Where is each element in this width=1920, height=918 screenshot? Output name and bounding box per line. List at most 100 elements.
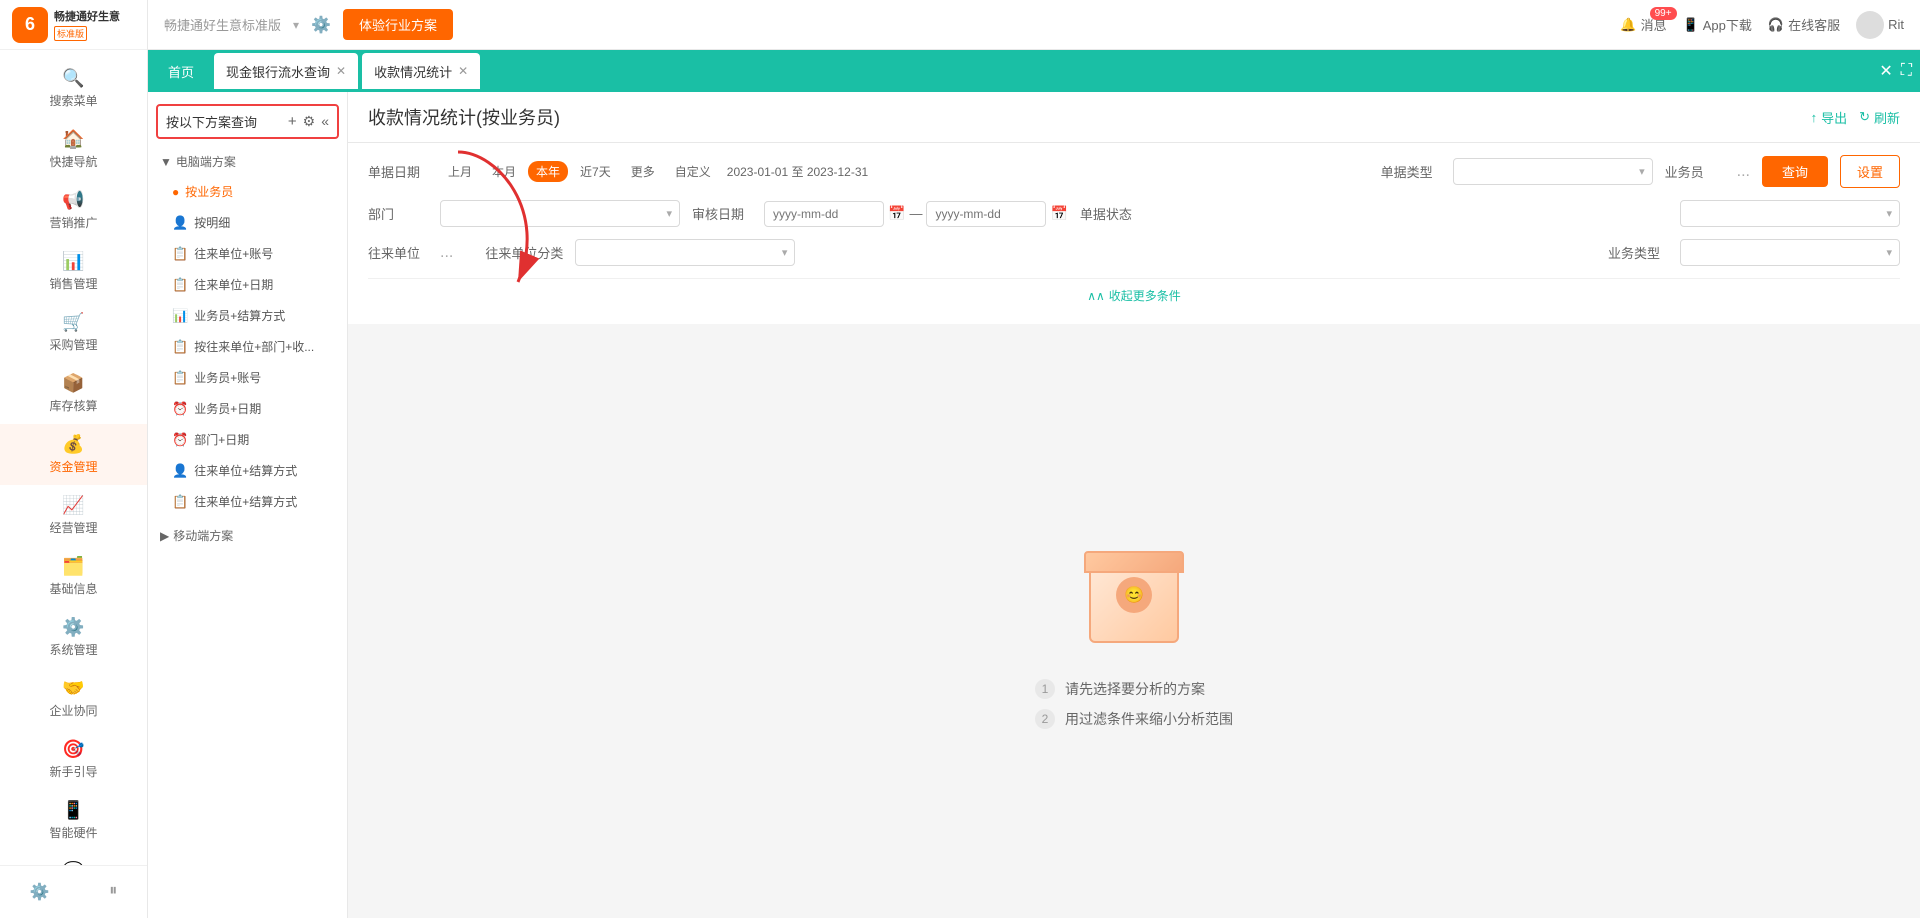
dept-select[interactable]: [440, 200, 680, 227]
collapse-arrow-icon: ∧∧: [1087, 289, 1105, 303]
filter-row-3: 往来单位 ... 往来单位分类 业务类型: [368, 239, 1900, 266]
user-menu[interactable]: Rit: [1856, 11, 1904, 39]
sidebar-logo: 6 畅捷通好生意 标准版: [0, 0, 147, 50]
box-lid: [1084, 551, 1184, 573]
sidebar-nav: 🔍 搜索菜单 🏠 快捷导航 📢 营销推广 📊 销售管理 🛒 采购管理 📦 库存核…: [0, 50, 147, 865]
content-area: 😊 1 请先选择要分析的方案 2 用过滤条件来缩小分析范围: [348, 324, 1920, 918]
staff-label: 业务员: [1665, 162, 1725, 181]
message-btn[interactable]: 🔔 消息 99+: [1620, 15, 1666, 34]
sidebar-item-finance[interactable]: 💰 资金管理: [0, 424, 147, 485]
biz-type-select[interactable]: [1680, 239, 1900, 266]
refresh-btn[interactable]: ↻ 刷新: [1859, 108, 1900, 127]
tab-receipt[interactable]: 收款情况统计 ✕: [362, 53, 480, 89]
dept-select-wrap: [440, 200, 680, 227]
sidebar-item-wechat[interactable]: 💬 企业微信: [0, 851, 147, 865]
sidebar-item-operations[interactable]: 📈 经营管理: [0, 485, 147, 546]
panel-item-by-staff[interactable]: ● 按业务员: [148, 176, 347, 207]
doc-type-label: 单据类型: [1381, 162, 1441, 181]
date-cur-year[interactable]: 本年: [528, 161, 568, 182]
date-more[interactable]: 更多: [623, 161, 663, 182]
step-1-text: 请先选择要分析的方案: [1065, 679, 1205, 699]
desktop-section: ▼ 电脑端方案 ● 按业务员 👤 按明细 📋 往来单位+账号: [148, 147, 347, 517]
panel-item-dept-date[interactable]: ⏰ 部门+日期: [148, 424, 347, 455]
tabbar-close-btn[interactable]: ✕: [1879, 61, 1892, 81]
date-range-display: 2023-01-01 至 2023-12-31: [727, 163, 868, 180]
panel-item-by-detail[interactable]: 👤 按明细: [148, 207, 347, 238]
collapse-bar[interactable]: ∧∧ 收起更多条件: [368, 278, 1900, 312]
review-date-label: 审核日期: [692, 204, 752, 223]
logo-badge: 标准版: [54, 26, 87, 41]
panel-item-staff-account[interactable]: 📋 业务员+账号: [148, 362, 347, 393]
partner-label: 往来单位: [368, 243, 428, 262]
main-content: 畅捷通好生意标准版 ▾ ⚙️ 体验行业方案 🔔 消息 99+ 📱 App下载 🎧…: [148, 0, 1920, 918]
sidebar-item-purchase[interactable]: 🛒 采购管理: [0, 302, 147, 363]
sidebar-item-basic[interactable]: 🗂️ 基础信息: [0, 546, 147, 607]
sidebar-item-marketing[interactable]: 📢 营销推广: [0, 180, 147, 241]
mobile-section-header[interactable]: ▶ 移动端方案: [148, 521, 347, 550]
date-label: 单据日期: [368, 162, 428, 181]
sidebar-collapse-btn[interactable]: ⏸: [103, 876, 123, 908]
doc-status-label: 单据状态: [1080, 204, 1140, 223]
date-last7[interactable]: 近7天: [572, 161, 619, 182]
date-cur-month[interactable]: 本月: [484, 161, 524, 182]
sidebar-item-search[interactable]: 🔍 搜索菜单: [0, 58, 147, 119]
tab-bank-close[interactable]: ✕: [336, 64, 346, 78]
tabbar-expand-btn[interactable]: ⛶: [1901, 62, 1912, 80]
panel-item-unit-settle1[interactable]: 👤 往来单位+结算方式: [148, 455, 347, 486]
panel-item-unit-date[interactable]: 📋 往来单位+日期: [148, 269, 347, 300]
biz-type-label: 业务类型: [1608, 243, 1668, 262]
tab-bank[interactable]: 现金银行流水查询 ✕: [214, 53, 358, 89]
doc-type-select[interactable]: [1453, 158, 1653, 185]
panel-item-staff-settle[interactable]: 📊 业务员+结算方式: [148, 300, 347, 331]
cal-icon-2[interactable]: 📅: [1050, 205, 1067, 222]
date-prev-month[interactable]: 上月: [440, 161, 480, 182]
date-custom[interactable]: 自定义: [667, 161, 719, 182]
sidebar-item-inventory[interactable]: 📦 库存核算: [0, 363, 147, 424]
sidebar-item-system[interactable]: ⚙️ 系统管理: [0, 607, 147, 668]
hint-step-2: 2 用过滤条件来缩小分析范围: [1035, 709, 1233, 729]
partner-more-btn[interactable]: ...: [440, 244, 453, 262]
step-2-num: 2: [1035, 709, 1055, 729]
partner-category-select[interactable]: [575, 239, 795, 266]
topbar-settings-icon[interactable]: ⚙️: [311, 15, 331, 35]
sidebar-settings-btn[interactable]: ⚙️: [24, 876, 56, 908]
marketing-icon: 📢: [62, 190, 84, 211]
page: 按以下方案查询 + ⚙ « ▼ 电脑端方案 ● 按业务员: [148, 92, 1920, 918]
sidebar-item-hardware[interactable]: 📱 智能硬件: [0, 790, 147, 851]
tab-receipt-close[interactable]: ✕: [458, 64, 468, 78]
page-wrapper: 按以下方案查询 + ⚙ « ▼ 电脑端方案 ● 按业务员: [148, 92, 1920, 918]
dept-date-icon: ⏰: [172, 432, 188, 448]
sidebar-item-sales[interactable]: 📊 销售管理: [0, 241, 147, 302]
tab-home[interactable]: 首页: [152, 50, 210, 92]
username: Rit: [1888, 17, 1904, 32]
online-service-btn[interactable]: 🎧 在线客服: [1768, 15, 1840, 34]
cal-icon-1[interactable]: 📅: [888, 205, 905, 222]
trial-btn[interactable]: 体验行业方案: [343, 9, 453, 40]
date-presets: 上月 本月 本年 近7天 更多 自定义 2023-01-01 至 2023-12…: [440, 161, 868, 182]
panel-collapse-btn[interactable]: «: [321, 113, 329, 130]
doc-status-select[interactable]: [1680, 200, 1900, 227]
panel-header-actions: + ⚙ «: [288, 113, 329, 130]
settings-btn[interactable]: 设置: [1840, 155, 1900, 188]
panel-item-unit-account[interactable]: 📋 往来单位+账号: [148, 238, 347, 269]
review-date-from[interactable]: [764, 201, 884, 227]
topbar-right: 🔔 消息 99+ 📱 App下载 🎧 在线客服 Rit: [1620, 11, 1904, 39]
refresh-icon: ↻: [1859, 109, 1870, 125]
app-download-btn[interactable]: 📱 App下载: [1683, 15, 1752, 34]
sidebar-item-enterprise[interactable]: 🤝 企业协同: [0, 668, 147, 729]
filter-area: 单据日期 上月 本月 本年 近7天 更多 自定义 2023-01-01 至 20…: [348, 143, 1920, 324]
panel-item-unit-dept-recv[interactable]: 📋 按往来单位+部门+收...: [148, 331, 347, 362]
sidebar-item-quicknav[interactable]: 🏠 快捷导航: [0, 119, 147, 180]
panel-item-unit-settle2[interactable]: 📋 往来单位+结算方式: [148, 486, 347, 517]
panel-settings-btn[interactable]: ⚙: [303, 113, 316, 130]
unit-account-icon: 📋: [172, 246, 188, 262]
review-date-to[interactable]: [926, 201, 1046, 227]
sidebar-item-guide[interactable]: 🎯 新手引导: [0, 729, 147, 790]
staff-more-btn[interactable]: ...: [1737, 163, 1750, 181]
export-btn[interactable]: ↑ 导出: [1811, 108, 1848, 127]
desktop-section-header[interactable]: ▼ 电脑端方案: [148, 147, 347, 176]
doc-type-select-wrap: [1453, 158, 1653, 185]
panel-add-btn[interactable]: +: [288, 113, 297, 130]
query-btn[interactable]: 查询: [1762, 156, 1828, 187]
panel-item-staff-date[interactable]: ⏰ 业务员+日期: [148, 393, 347, 424]
